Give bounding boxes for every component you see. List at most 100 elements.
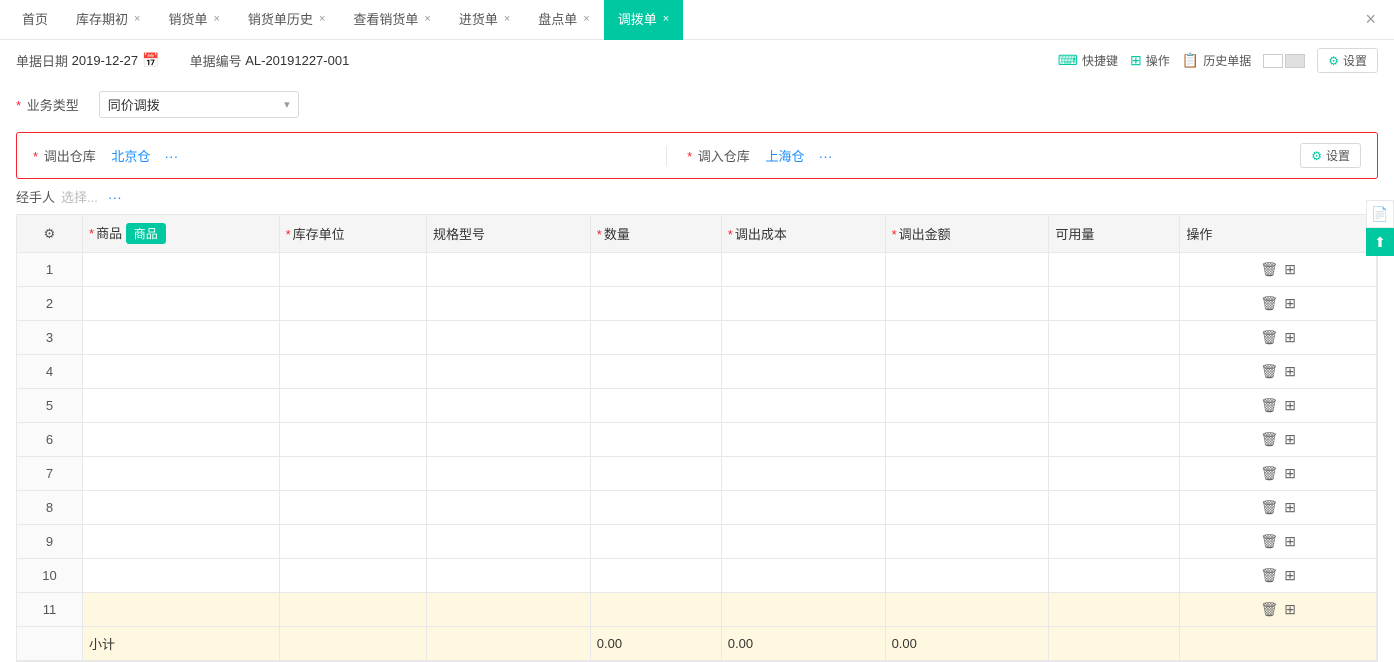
cell-product[interactable] bbox=[83, 287, 280, 321]
delete-row-btn[interactable]: 🗑 bbox=[1260, 567, 1278, 584]
delete-row-btn[interactable]: 🗑 bbox=[1260, 261, 1278, 278]
cell-qty[interactable] bbox=[590, 457, 721, 491]
cell-product[interactable] bbox=[83, 423, 280, 457]
cell-amount[interactable] bbox=[885, 355, 1049, 389]
cell-product[interactable] bbox=[83, 321, 280, 355]
shortcut-btn[interactable]: ⌨ 快捷键 bbox=[1058, 52, 1118, 69]
cell-amount[interactable] bbox=[885, 287, 1049, 321]
cell-qty[interactable] bbox=[590, 321, 721, 355]
delete-row-btn[interactable]: 🗑 bbox=[1260, 533, 1278, 550]
copy-row-btn[interactable]: ⊞ bbox=[1284, 261, 1296, 278]
delete-row-btn[interactable]: 🗑 bbox=[1260, 397, 1278, 414]
copy-row-btn[interactable]: ⊞ bbox=[1284, 431, 1296, 448]
cell-qty[interactable] bbox=[590, 491, 721, 525]
operation-btn[interactable]: ⊞ 操作 bbox=[1130, 52, 1170, 69]
cell-amount[interactable] bbox=[885, 389, 1049, 423]
copy-row-btn[interactable]: ⊞ bbox=[1284, 397, 1296, 414]
cell-product[interactable] bbox=[83, 525, 280, 559]
scan-button[interactable]: 商品 bbox=[126, 223, 166, 244]
cell-qty[interactable] bbox=[590, 593, 721, 627]
cell-cost[interactable] bbox=[721, 321, 885, 355]
tab-sales-history[interactable]: 销货单历史 × bbox=[234, 0, 339, 40]
cell-amount[interactable] bbox=[885, 525, 1049, 559]
tab-close-transfer[interactable]: × bbox=[663, 13, 669, 25]
tab-close-sales-order[interactable]: × bbox=[213, 13, 219, 25]
in-wh-more-btn[interactable]: ··· bbox=[818, 148, 832, 164]
cell-product[interactable] bbox=[83, 389, 280, 423]
cell-product[interactable] bbox=[83, 355, 280, 389]
doc-date-value[interactable]: 2019-12-27 bbox=[72, 53, 139, 68]
delete-row-btn[interactable]: 🗑 bbox=[1260, 295, 1278, 312]
tab-home[interactable]: 首页 bbox=[8, 0, 62, 40]
handler-more-btn[interactable]: ··· bbox=[108, 189, 122, 205]
cell-cost[interactable] bbox=[721, 389, 885, 423]
out-wh-value[interactable]: 北京仓 bbox=[111, 146, 150, 165]
cell-amount[interactable] bbox=[885, 559, 1049, 593]
delete-row-btn[interactable]: 🗑 bbox=[1260, 431, 1278, 448]
copy-row-btn[interactable]: ⊞ bbox=[1284, 499, 1296, 516]
history-btn[interactable]: 📋 历史单据 bbox=[1182, 52, 1251, 69]
tab-view-sales[interactable]: 查看销货单 × bbox=[339, 0, 444, 40]
tab-close-stock-init[interactable]: × bbox=[134, 13, 140, 25]
copy-row-btn[interactable]: ⊞ bbox=[1284, 295, 1296, 312]
cell-qty[interactable] bbox=[590, 355, 721, 389]
cell-qty[interactable] bbox=[590, 559, 721, 593]
view-mode-list[interactable] bbox=[1263, 54, 1283, 68]
cell-amount[interactable] bbox=[885, 593, 1049, 627]
wh-settings-btn[interactable]: ⚙ 设置 bbox=[1300, 143, 1361, 168]
delete-row-btn[interactable]: 🗑 bbox=[1260, 363, 1278, 380]
handler-select[interactable]: 选择... bbox=[61, 187, 98, 206]
cell-amount[interactable] bbox=[885, 253, 1049, 287]
tab-purchase[interactable]: 进货单 × bbox=[445, 0, 524, 40]
cell-qty[interactable] bbox=[590, 389, 721, 423]
copy-row-btn[interactable]: ⊞ bbox=[1284, 329, 1296, 346]
biz-type-select[interactable]: 同价调拨 ▾ bbox=[99, 91, 299, 118]
delete-row-btn[interactable]: 🗑 bbox=[1260, 329, 1278, 346]
out-wh-more-btn[interactable]: ··· bbox=[164, 148, 178, 164]
cell-product[interactable] bbox=[83, 559, 280, 593]
cell-cost[interactable] bbox=[721, 355, 885, 389]
copy-row-btn[interactable]: ⊞ bbox=[1284, 567, 1296, 584]
in-wh-value[interactable]: 上海仓 bbox=[765, 146, 804, 165]
cell-amount[interactable] bbox=[885, 423, 1049, 457]
tab-stock-init[interactable]: 库存期初 × bbox=[62, 0, 154, 40]
cell-amount[interactable] bbox=[885, 491, 1049, 525]
delete-row-btn[interactable]: 🗑 bbox=[1260, 601, 1278, 618]
copy-row-btn[interactable]: ⊞ bbox=[1284, 601, 1296, 618]
tab-sales-order[interactable]: 销货单 × bbox=[154, 0, 233, 40]
tab-close-purchase[interactable]: × bbox=[504, 13, 510, 25]
cell-product[interactable] bbox=[83, 253, 280, 287]
cell-cost[interactable] bbox=[721, 525, 885, 559]
cell-product[interactable] bbox=[83, 457, 280, 491]
tab-close-sales-history[interactable]: × bbox=[319, 13, 325, 25]
delete-row-btn[interactable]: 🗑 bbox=[1260, 465, 1278, 482]
view-mode-grid[interactable] bbox=[1285, 54, 1305, 68]
cell-cost[interactable] bbox=[721, 287, 885, 321]
copy-row-btn[interactable]: ⊞ bbox=[1284, 533, 1296, 550]
cell-qty[interactable] bbox=[590, 423, 721, 457]
cell-cost[interactable] bbox=[721, 593, 885, 627]
cell-cost[interactable] bbox=[721, 559, 885, 593]
cell-product[interactable] bbox=[83, 491, 280, 525]
close-all-tabs[interactable]: × bbox=[1355, 9, 1386, 30]
delete-row-btn[interactable]: 🗑 bbox=[1260, 499, 1278, 516]
calendar-icon[interactable]: 📅 bbox=[142, 52, 159, 69]
cell-qty[interactable] bbox=[590, 287, 721, 321]
copy-row-btn[interactable]: ⊞ bbox=[1284, 363, 1296, 380]
th-gear[interactable]: ⚙ bbox=[17, 215, 83, 253]
cell-qty[interactable] bbox=[590, 253, 721, 287]
cell-amount[interactable] bbox=[885, 457, 1049, 491]
tab-close-inventory[interactable]: × bbox=[583, 13, 589, 25]
settings-btn[interactable]: ⚙ 设置 bbox=[1317, 48, 1378, 73]
cell-product[interactable] bbox=[83, 593, 280, 627]
cell-qty[interactable] bbox=[590, 525, 721, 559]
side-doc-btn[interactable]: 📄 bbox=[1366, 200, 1394, 228]
copy-row-btn[interactable]: ⊞ bbox=[1284, 465, 1296, 482]
cell-amount[interactable] bbox=[885, 321, 1049, 355]
cell-cost[interactable] bbox=[721, 253, 885, 287]
tab-inventory[interactable]: 盘点单 × bbox=[524, 0, 603, 40]
cell-cost[interactable] bbox=[721, 423, 885, 457]
cell-cost[interactable] bbox=[721, 457, 885, 491]
tab-close-view-sales[interactable]: × bbox=[424, 13, 430, 25]
side-expand-btn[interactable]: ⬆ bbox=[1366, 228, 1394, 256]
